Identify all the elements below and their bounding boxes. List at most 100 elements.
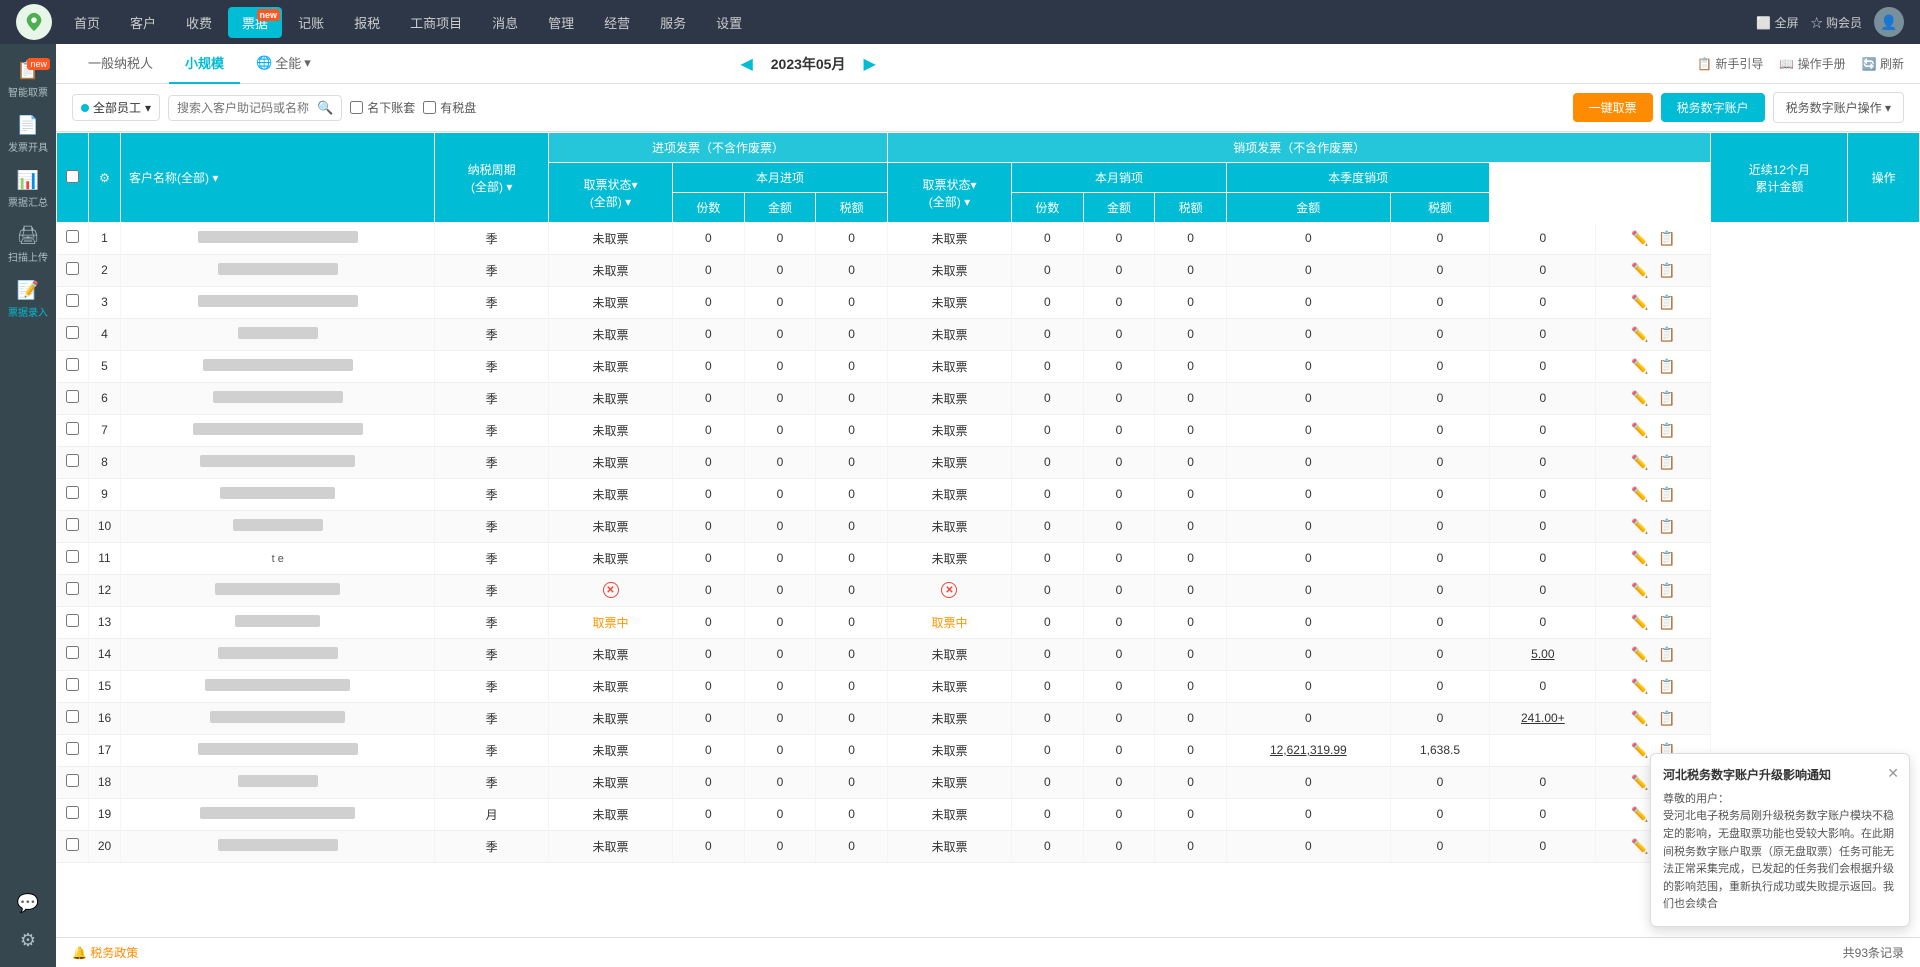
copy-button[interactable]: 📋 (1656, 324, 1677, 345)
edit-button[interactable]: ✏️ (1629, 388, 1650, 409)
vip-btn[interactable]: ☆ 购会员 (1811, 14, 1862, 31)
edit-button[interactable]: ✏️ (1629, 228, 1650, 249)
guide-link[interactable]: 📋 新手引导 (1697, 55, 1763, 72)
copy-button[interactable]: 📋 (1656, 292, 1677, 313)
nav-tax[interactable]: 报税 (340, 7, 394, 38)
row-checkbox[interactable] (66, 806, 79, 819)
copy-button[interactable]: 📋 (1656, 452, 1677, 473)
row-checkbox[interactable] (66, 390, 79, 403)
row-checkbox[interactable] (66, 678, 79, 691)
nav-fee[interactable]: 收费 (172, 7, 226, 38)
copy-button[interactable]: 📋 (1656, 708, 1677, 729)
row-checkbox[interactable] (66, 262, 79, 275)
search-input[interactable] (177, 101, 317, 115)
edit-button[interactable]: ✏️ (1629, 708, 1650, 729)
checkbox-subledger-input[interactable] (350, 101, 363, 114)
tab-all[interactable]: 🌐 全能 ▾ (240, 44, 327, 84)
edit-button[interactable]: ✏️ (1629, 644, 1650, 665)
sidebar-item-open-invoice[interactable]: 📄 发票开具 (2, 107, 54, 162)
nav-message[interactable]: 消息 (478, 7, 532, 38)
tax-policy-link[interactable]: 🔔 税务政策 (72, 944, 138, 961)
table-container[interactable]: ⚙ 客户名称(全部) ▾ 纳税周期(全部) ▾ 进项发票（不含作废票） 销项发票… (56, 132, 1920, 937)
edit-button[interactable]: ✏️ (1629, 612, 1650, 633)
edit-button[interactable]: ✏️ (1629, 580, 1650, 601)
select-all-checkbox[interactable] (66, 170, 79, 183)
edit-button[interactable]: ✏️ (1629, 452, 1650, 473)
copy-button[interactable]: 📋 (1656, 260, 1677, 281)
row-checkbox[interactable] (66, 838, 79, 851)
row-checkbox[interactable] (66, 294, 79, 307)
row-checkbox[interactable] (66, 582, 79, 595)
edit-button[interactable]: ✏️ (1629, 836, 1650, 857)
nav-settings[interactable]: 设置 (702, 7, 756, 38)
copy-button[interactable]: 📋 (1656, 228, 1677, 249)
row-checkbox[interactable] (66, 230, 79, 243)
copy-button[interactable]: 📋 (1656, 644, 1677, 665)
sidebar-item-scan[interactable]: 🖨 扫描上传 (2, 217, 54, 272)
search-icon[interactable]: 🔍 (317, 100, 333, 116)
settings-icon[interactable]: ⚙ (99, 171, 110, 185)
edit-button[interactable]: ✏️ (1629, 260, 1650, 281)
row-checkbox[interactable] (66, 774, 79, 787)
row-checkbox[interactable] (66, 486, 79, 499)
edit-button[interactable]: ✏️ (1629, 292, 1650, 313)
digital-account-op-button[interactable]: 税务数字账户操作 ▾ (1773, 92, 1904, 123)
copy-button[interactable]: 📋 (1656, 516, 1677, 537)
row-checkbox[interactable] (66, 710, 79, 723)
sidebar-item-entry[interactable]: 📝 票据录入 (2, 272, 54, 327)
refresh-btn[interactable]: 🔄 刷新 (1862, 55, 1904, 72)
edit-button[interactable]: ✏️ (1629, 676, 1650, 697)
row-checkbox[interactable] (66, 454, 79, 467)
tooltip-close-button[interactable]: ✕ (1887, 762, 1899, 784)
sidebar-item-chat[interactable]: 💬 (2, 885, 54, 922)
sidebar-item-summary[interactable]: 📊 票据汇总 (2, 162, 54, 217)
row-checkbox[interactable] (66, 646, 79, 659)
fullscreen-btn[interactable]: ⬜ 全屏 (1756, 14, 1798, 31)
edit-button[interactable]: ✏️ (1629, 356, 1650, 377)
edit-button[interactable]: ✏️ (1629, 740, 1650, 761)
prev-month-button[interactable]: ◀ (734, 52, 758, 76)
copy-button[interactable]: 📋 (1656, 548, 1677, 569)
row-checkbox[interactable] (66, 518, 79, 531)
nav-customer[interactable]: 客户 (116, 7, 170, 38)
tab-general-taxpayer[interactable]: 一般纳税人 (72, 44, 169, 84)
edit-button[interactable]: ✏️ (1629, 516, 1650, 537)
copy-button[interactable]: 📋 (1656, 420, 1677, 441)
nav-manage[interactable]: 管理 (534, 7, 588, 38)
row-checkbox[interactable] (66, 422, 79, 435)
employee-select[interactable]: 全部员工 ▾ (72, 94, 160, 121)
copy-button[interactable]: 📋 (1656, 580, 1677, 601)
edit-button[interactable]: ✏️ (1629, 548, 1650, 569)
fetch-tickets-button[interactable]: 一键取票 (1573, 93, 1653, 122)
edit-button[interactable]: ✏️ (1629, 324, 1650, 345)
avatar[interactable]: 👤 (1874, 7, 1904, 37)
copy-button[interactable]: 📋 (1656, 356, 1677, 377)
nav-business[interactable]: 工商项目 (396, 7, 476, 38)
row-checkbox[interactable] (66, 742, 79, 755)
checkbox-taxdisk-input[interactable] (423, 101, 436, 114)
copy-button[interactable]: 📋 (1656, 484, 1677, 505)
checkbox-subledger[interactable]: 名下账套 (350, 99, 415, 116)
nav-home[interactable]: 首页 (60, 7, 114, 38)
copy-button[interactable]: 📋 (1656, 612, 1677, 633)
checkbox-taxdisk[interactable]: 有税盘 (423, 99, 476, 116)
row-checkbox[interactable] (66, 550, 79, 563)
edit-button[interactable]: ✏️ (1629, 420, 1650, 441)
nav-invoice[interactable]: 票据 new (228, 7, 282, 38)
manual-link[interactable]: 📖 操作手册 (1779, 55, 1845, 72)
nav-service[interactable]: 服务 (646, 7, 700, 38)
edit-button[interactable]: ✏️ (1629, 804, 1650, 825)
edit-button[interactable]: ✏️ (1629, 772, 1650, 793)
tab-small-scale[interactable]: 小规模 (169, 44, 240, 84)
next-month-button[interactable]: ▶ (857, 52, 881, 76)
nav-accounting[interactable]: 记账 (284, 7, 338, 38)
row-checkbox[interactable] (66, 326, 79, 339)
copy-button[interactable]: 📋 (1656, 676, 1677, 697)
row-checkbox[interactable] (66, 358, 79, 371)
nav-operation[interactable]: 经营 (590, 7, 644, 38)
sidebar-item-config[interactable]: ⚙ (2, 922, 54, 959)
edit-button[interactable]: ✏️ (1629, 484, 1650, 505)
row-checkbox[interactable] (66, 614, 79, 627)
digital-account-button[interactable]: 税务数字账户 (1661, 93, 1765, 122)
copy-button[interactable]: 📋 (1656, 388, 1677, 409)
